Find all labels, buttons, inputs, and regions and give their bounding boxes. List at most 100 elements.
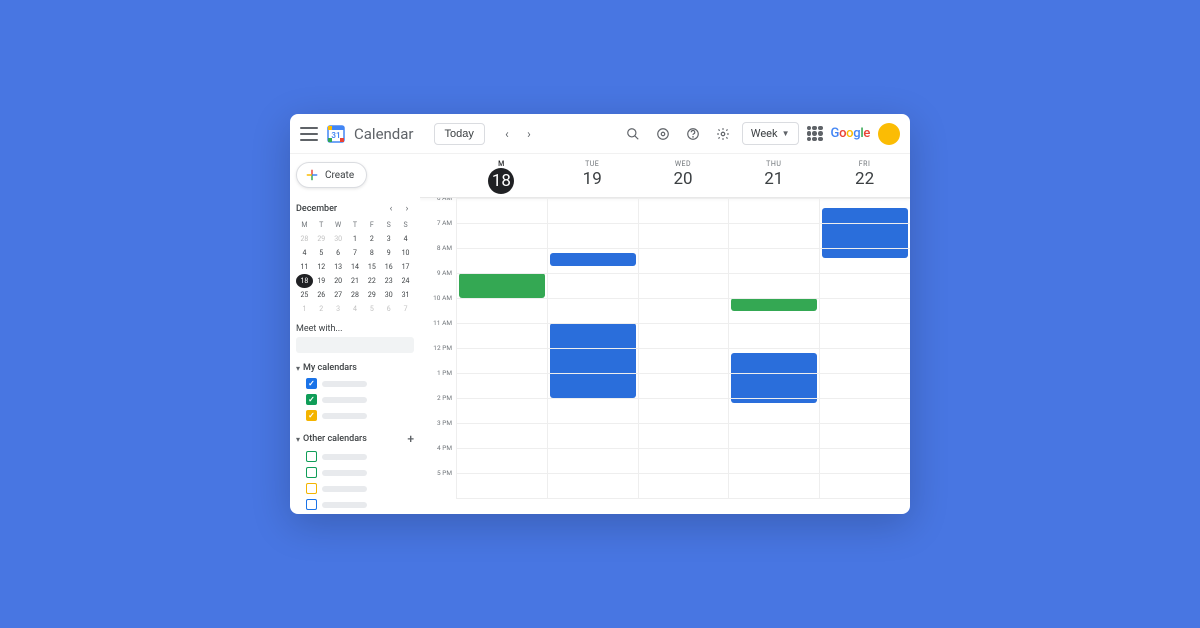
- calendar-checkbox[interactable]: [306, 451, 317, 462]
- other-calendar-item[interactable]: [296, 450, 414, 463]
- my-calendar-item[interactable]: [296, 393, 414, 406]
- calendar-checkbox[interactable]: [306, 483, 317, 494]
- hour-gridline: [456, 273, 910, 274]
- mini-next-month-button[interactable]: ›: [400, 202, 414, 216]
- calendar-event[interactable]: [731, 353, 817, 403]
- day-header-number: 19: [547, 168, 638, 190]
- calendar-event[interactable]: [822, 208, 908, 258]
- today-button[interactable]: Today: [434, 123, 485, 145]
- calendar-grid-scroll[interactable]: 6 AM7 AM8 AM9 AM10 AM11 AM12 PM1 PM2 PM3…: [420, 198, 910, 514]
- mini-day-cell[interactable]: 19: [313, 274, 330, 288]
- mini-day-cell[interactable]: 5: [313, 246, 330, 260]
- mini-day-cell[interactable]: 3: [330, 302, 347, 316]
- user-avatar[interactable]: [878, 123, 900, 145]
- mini-day-cell[interactable]: 15: [363, 260, 380, 274]
- meet-with-input[interactable]: [296, 337, 414, 353]
- mini-day-cell[interactable]: 10: [397, 246, 414, 260]
- mini-day-cell[interactable]: 22: [363, 274, 380, 288]
- calendar-main: M18TUE19WED20THU21FRI22 6 AM7 AM8 AM9 AM…: [420, 154, 910, 514]
- search-icon[interactable]: [622, 123, 644, 145]
- mini-day-cell[interactable]: 30: [330, 232, 347, 246]
- calendar-checkbox[interactable]: [306, 410, 317, 421]
- mini-day-cell[interactable]: 8: [363, 246, 380, 260]
- mini-day-cell[interactable]: 18: [296, 274, 313, 288]
- calendar-event[interactable]: [550, 323, 636, 398]
- svg-text:31: 31: [331, 131, 340, 140]
- day-header-number: 21: [728, 168, 819, 190]
- calendar-name-placeholder: [322, 413, 367, 419]
- mini-dow-cell: M: [296, 218, 313, 232]
- mini-day-cell[interactable]: 4: [296, 246, 313, 260]
- mini-day-cell[interactable]: 28: [347, 288, 364, 302]
- day-header[interactable]: TUE19: [547, 154, 638, 197]
- day-headers-row: M18TUE19WED20THU21FRI22: [420, 154, 910, 198]
- calendar-checkbox[interactable]: [306, 394, 317, 405]
- mini-day-cell[interactable]: 1: [347, 232, 364, 246]
- mini-day-cell[interactable]: 20: [330, 274, 347, 288]
- calendar-checkbox[interactable]: [306, 467, 317, 478]
- calendar-checkbox[interactable]: [306, 499, 317, 510]
- mini-day-cell[interactable]: 12: [313, 260, 330, 274]
- mini-day-cell[interactable]: 6: [380, 302, 397, 316]
- mini-day-cell[interactable]: 29: [363, 288, 380, 302]
- day-header[interactable]: M18: [456, 154, 547, 197]
- other-calendars-toggle[interactable]: ▾ Other calendars +: [296, 432, 414, 446]
- mini-day-cell[interactable]: 4: [397, 232, 414, 246]
- other-calendar-item[interactable]: [296, 498, 414, 511]
- hamburger-menu-icon[interactable]: [300, 125, 318, 143]
- mini-day-cell[interactable]: 4: [347, 302, 364, 316]
- mini-day-cell[interactable]: 17: [397, 260, 414, 274]
- mini-day-cell[interactable]: 5: [363, 302, 380, 316]
- mini-day-cell[interactable]: 16: [380, 260, 397, 274]
- mini-day-cell[interactable]: 30: [380, 288, 397, 302]
- mini-day-cell[interactable]: 27: [330, 288, 347, 302]
- mini-day-cell[interactable]: 7: [397, 302, 414, 316]
- day-header[interactable]: THU21: [728, 154, 819, 197]
- settings-gear-icon[interactable]: [712, 123, 734, 145]
- mini-day-cell[interactable]: 1: [296, 302, 313, 316]
- calendar-event[interactable]: [459, 273, 545, 298]
- mini-day-cell[interactable]: 23: [380, 274, 397, 288]
- create-button[interactable]: Create: [296, 162, 367, 188]
- google-apps-icon[interactable]: [807, 126, 823, 142]
- hour-gridline: [456, 373, 910, 374]
- mini-day-cell[interactable]: 24: [397, 274, 414, 288]
- mini-day-cell[interactable]: 26: [313, 288, 330, 302]
- calendar-event[interactable]: [550, 253, 636, 266]
- mini-day-cell[interactable]: 6: [330, 246, 347, 260]
- mini-prev-month-button[interactable]: ‹: [384, 202, 398, 216]
- support-icon[interactable]: [652, 123, 674, 145]
- calendar-event[interactable]: [731, 298, 817, 311]
- mini-day-cell[interactable]: 28: [296, 232, 313, 246]
- mini-day-cell[interactable]: 29: [313, 232, 330, 246]
- view-selector[interactable]: Week ▼: [742, 122, 799, 145]
- day-header[interactable]: FRI22: [819, 154, 910, 197]
- next-week-button[interactable]: ›: [519, 124, 539, 144]
- mini-day-cell[interactable]: 9: [380, 246, 397, 260]
- mini-day-cell[interactable]: 21: [347, 274, 364, 288]
- day-header[interactable]: WED20: [638, 154, 729, 197]
- mini-day-cell[interactable]: 2: [313, 302, 330, 316]
- add-calendar-button[interactable]: +: [407, 432, 414, 446]
- mini-day-cell[interactable]: 3: [380, 232, 397, 246]
- mini-day-cell[interactable]: 11: [296, 260, 313, 274]
- mini-day-cell[interactable]: 2: [363, 232, 380, 246]
- hour-gridline: [456, 423, 910, 424]
- prev-week-button[interactable]: ‹: [497, 124, 517, 144]
- mini-day-cell[interactable]: 13: [330, 260, 347, 274]
- my-calendar-item[interactable]: [296, 377, 414, 390]
- my-calendars-toggle[interactable]: ▾ My calendars: [296, 363, 414, 373]
- calendar-checkbox[interactable]: [306, 378, 317, 389]
- mini-month-label: December: [296, 204, 337, 214]
- time-label: 11 AM: [420, 319, 456, 344]
- mini-day-cell[interactable]: 14: [347, 260, 364, 274]
- help-icon[interactable]: [682, 123, 704, 145]
- my-calendar-item[interactable]: [296, 409, 414, 422]
- mini-day-cell[interactable]: 31: [397, 288, 414, 302]
- other-calendar-item[interactable]: [296, 482, 414, 495]
- mini-day-cell[interactable]: 7: [347, 246, 364, 260]
- time-label: 2 PM: [420, 394, 456, 419]
- mini-day-cell[interactable]: 25: [296, 288, 313, 302]
- other-calendar-item[interactable]: [296, 466, 414, 479]
- day-header-dow: FRI: [819, 160, 910, 168]
